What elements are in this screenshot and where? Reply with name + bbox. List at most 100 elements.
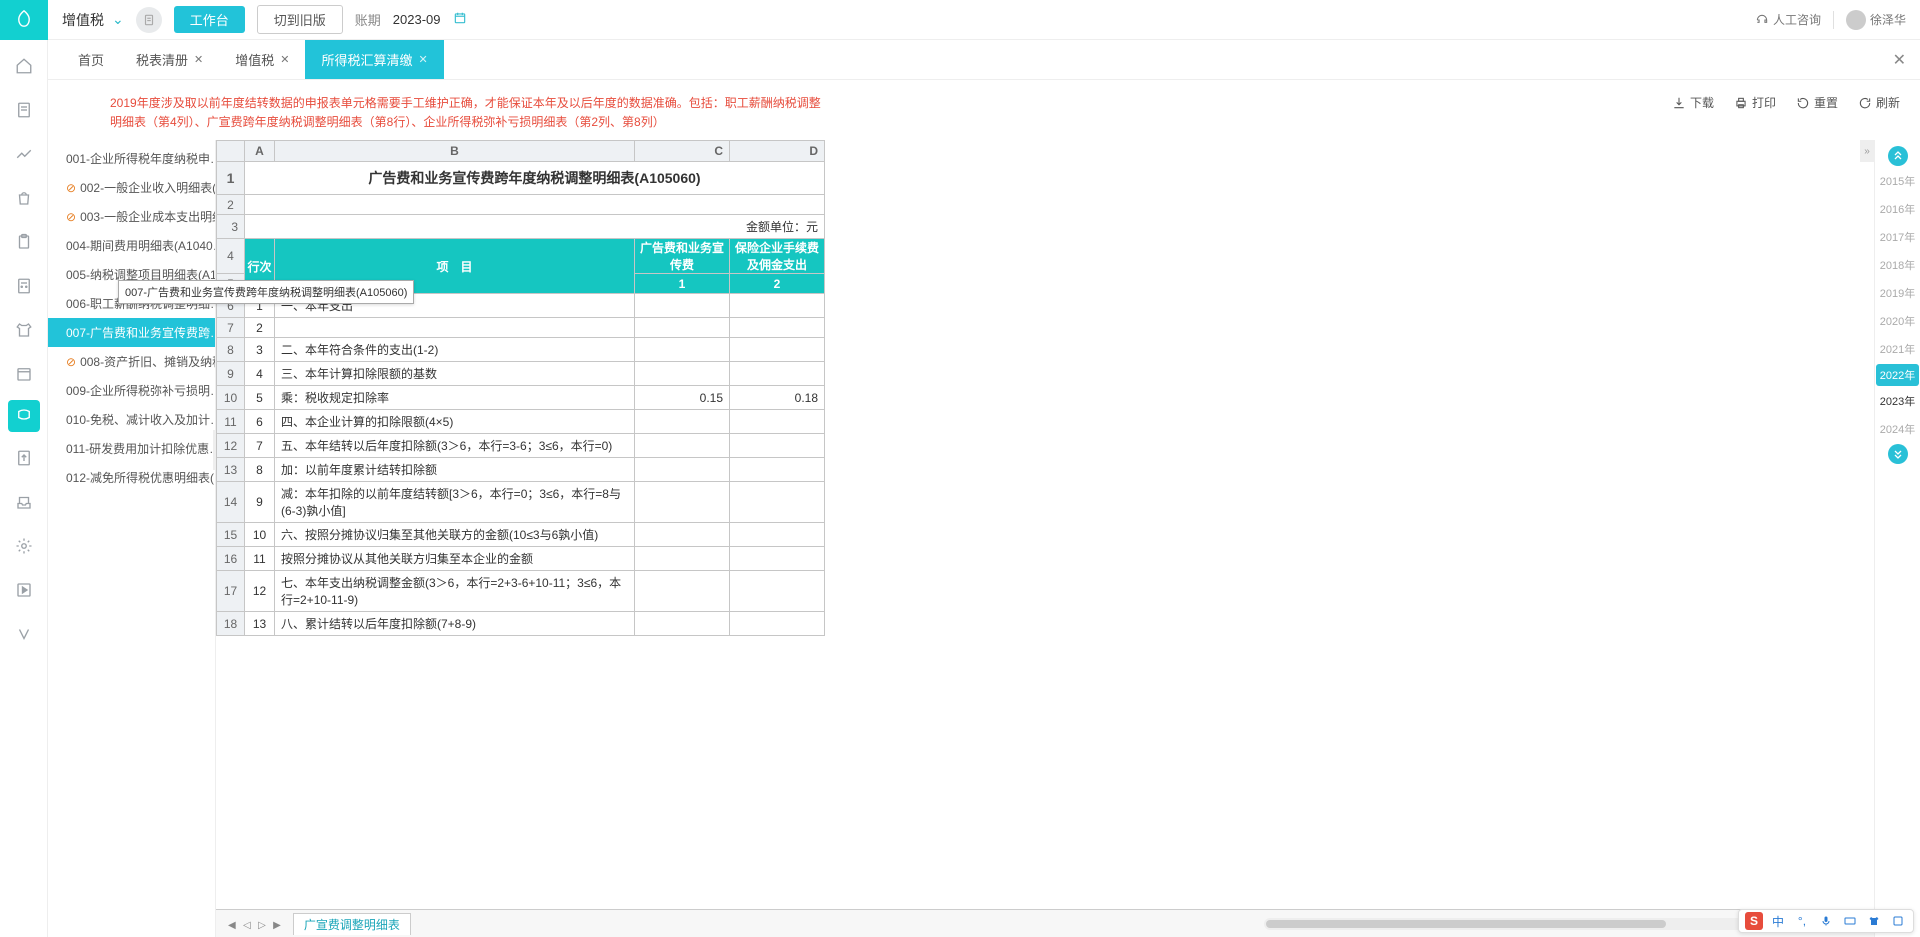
report-item[interactable]: 011-研发费用加计扣除优惠… bbox=[48, 434, 215, 463]
tabs-close-all-icon[interactable]: ✕ bbox=[1879, 40, 1920, 79]
year-item[interactable]: 2024年 bbox=[1880, 416, 1915, 442]
report-item[interactable]: ⊘002-一般企业收入明细表(A… bbox=[48, 173, 215, 202]
reset-button[interactable]: 重置 bbox=[1796, 94, 1838, 111]
next-icon[interactable]: ▷ bbox=[256, 920, 268, 931]
cell[interactable] bbox=[635, 294, 730, 318]
cell[interactable] bbox=[635, 338, 730, 362]
sheet-tab[interactable]: 广宣费调整明细表 bbox=[293, 913, 411, 935]
corner-cell[interactable] bbox=[217, 141, 245, 162]
close-icon[interactable]: ✕ bbox=[194, 53, 203, 66]
module-select[interactable]: 增值税 ⌄ bbox=[62, 10, 124, 30]
cell[interactable]: 六、按照分摊协议归集至其他关联方的金额(10≤3与6孰小值) bbox=[275, 523, 635, 547]
unit-text[interactable]: 金额单位：元 bbox=[245, 215, 825, 239]
report-item[interactable]: 007-广告费和业务宣传费跨… bbox=[48, 318, 215, 347]
nav-shirt-icon[interactable] bbox=[0, 312, 48, 348]
cell[interactable] bbox=[730, 338, 825, 362]
nav-home-icon[interactable] bbox=[0, 48, 48, 84]
cell[interactable]: 七、本年支出纳税调整金额(3＞6，本行=2+3-6+10-11；3≤6，本行=2… bbox=[275, 571, 635, 612]
ime-punct-icon[interactable]: °, bbox=[1793, 912, 1811, 930]
tab[interactable]: 首页 bbox=[62, 40, 120, 79]
cell[interactable] bbox=[730, 547, 825, 571]
cell[interactable]: 2 bbox=[245, 318, 275, 338]
row-header[interactable]: 8 bbox=[217, 338, 245, 362]
report-item[interactable]: 009-企业所得税弥补亏损明… bbox=[48, 376, 215, 405]
cell[interactable] bbox=[730, 482, 825, 523]
cell[interactable]: 减：本年扣除的以前年度结转额[3＞6，本行=0；3≤6，本行=8与(6-3)孰小… bbox=[275, 482, 635, 523]
nav-gear-icon[interactable] bbox=[0, 528, 48, 564]
cell[interactable] bbox=[730, 434, 825, 458]
cell[interactable] bbox=[635, 318, 730, 338]
report-item[interactable]: ⊘003-一般企业成本支出明细… bbox=[48, 202, 215, 231]
ime-lang[interactable]: 中 bbox=[1769, 912, 1787, 930]
cell[interactable] bbox=[635, 547, 730, 571]
row-header[interactable]: 7 bbox=[217, 318, 245, 338]
ime-keyboard-icon[interactable] bbox=[1841, 912, 1859, 930]
ime-mic-icon[interactable] bbox=[1817, 912, 1835, 930]
workspace-button[interactable]: 工作台 bbox=[174, 6, 245, 33]
year-item[interactable]: 2019年 bbox=[1880, 280, 1915, 306]
cell[interactable]: 乘：税收规定扣除率 bbox=[275, 386, 635, 410]
tab[interactable]: 增值税✕ bbox=[219, 40, 305, 79]
close-icon[interactable]: ✕ bbox=[280, 53, 289, 66]
report-item[interactable]: 012-减免所得税优惠明细表(… bbox=[48, 463, 215, 492]
circle-doc-icon[interactable] bbox=[136, 7, 162, 33]
cell[interactable]: 八、累计结转以后年度扣除额(7+8-9) bbox=[275, 612, 635, 636]
calendar-icon[interactable] bbox=[453, 11, 467, 28]
cell[interactable] bbox=[730, 410, 825, 434]
cell[interactable] bbox=[635, 482, 730, 523]
nav-v-icon[interactable] bbox=[0, 616, 48, 652]
report-item[interactable]: 010-免税、减计收入及加计… bbox=[48, 405, 215, 434]
cell[interactable] bbox=[635, 571, 730, 612]
year-item[interactable]: 2022年 bbox=[1876, 364, 1919, 386]
expand-handle-icon[interactable]: » bbox=[1860, 140, 1874, 162]
cell[interactable] bbox=[730, 612, 825, 636]
cell[interactable] bbox=[730, 294, 825, 318]
row-header[interactable]: 13 bbox=[217, 458, 245, 482]
cell[interactable] bbox=[635, 458, 730, 482]
year-item[interactable]: 2023年 bbox=[1880, 388, 1915, 414]
cell[interactable]: 三、本年计算扣除限额的基数 bbox=[275, 362, 635, 386]
year-item[interactable]: 2021年 bbox=[1880, 336, 1915, 362]
cell[interactable] bbox=[275, 318, 635, 338]
scroll-up-icon[interactable] bbox=[1888, 146, 1908, 166]
ime-skin-icon[interactable] bbox=[1865, 912, 1883, 930]
cell[interactable]: 13 bbox=[245, 612, 275, 636]
cell[interactable] bbox=[635, 410, 730, 434]
header-col1[interactable]: 广告费和业务宣传费 bbox=[635, 239, 730, 274]
col-header[interactable]: A bbox=[245, 141, 275, 162]
download-button[interactable]: 下载 bbox=[1672, 94, 1714, 111]
last-icon[interactable]: ▶ bbox=[271, 920, 283, 931]
cell[interactable]: 4 bbox=[245, 362, 275, 386]
cell[interactable]: 0.18 bbox=[730, 386, 825, 410]
ime-logo-icon[interactable]: S bbox=[1745, 912, 1763, 930]
row-header[interactable]: 12 bbox=[217, 434, 245, 458]
nav-play-icon[interactable] bbox=[0, 572, 48, 608]
report-item[interactable]: ⊘008-资产折旧、摊销及纳税… bbox=[48, 347, 215, 376]
cell[interactable]: 11 bbox=[245, 547, 275, 571]
cell[interactable] bbox=[730, 571, 825, 612]
row-header[interactable]: 16 bbox=[217, 547, 245, 571]
row-header[interactable]: 9 bbox=[217, 362, 245, 386]
row-header[interactable]: 15 bbox=[217, 523, 245, 547]
year-item[interactable]: 2020年 bbox=[1880, 308, 1915, 334]
print-button[interactable]: 打印 bbox=[1734, 94, 1776, 111]
cell[interactable]: 7 bbox=[245, 434, 275, 458]
cell[interactable]: 3 bbox=[245, 338, 275, 362]
cell[interactable]: 0.15 bbox=[635, 386, 730, 410]
col-header[interactable]: B bbox=[275, 141, 635, 162]
col-header[interactable]: D bbox=[730, 141, 825, 162]
refresh-button[interactable]: 刷新 bbox=[1858, 94, 1900, 111]
cell[interactable] bbox=[635, 612, 730, 636]
cell[interactable] bbox=[730, 458, 825, 482]
report-item[interactable]: 001-企业所得税年度纳税申… bbox=[48, 144, 215, 173]
cell[interactable] bbox=[635, 362, 730, 386]
col-header[interactable]: C bbox=[635, 141, 730, 162]
period-value[interactable]: 2023-09 bbox=[393, 12, 441, 27]
nav-tax-icon[interactable] bbox=[8, 400, 40, 432]
nav-bag-icon[interactable] bbox=[0, 180, 48, 216]
row-header[interactable]: 11 bbox=[217, 410, 245, 434]
nav-calendar-icon[interactable] bbox=[0, 356, 48, 392]
close-icon[interactable]: ✕ bbox=[419, 53, 428, 66]
prev-icon[interactable]: ◁ bbox=[241, 920, 253, 931]
cell[interactable]: 8 bbox=[245, 458, 275, 482]
